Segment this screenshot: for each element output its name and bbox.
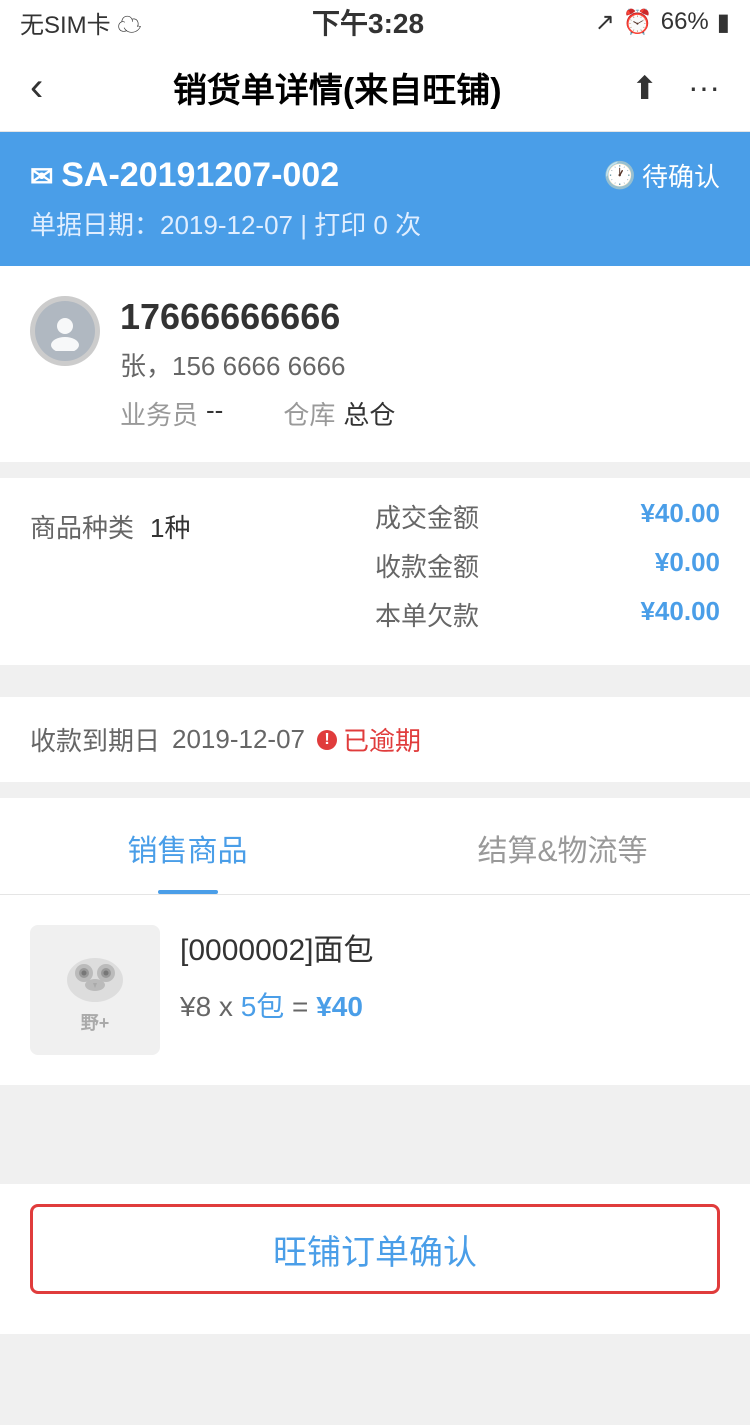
received-amount-row: 收款金额 ¥0.00 [375, 547, 720, 584]
due-date-section: 收款到期日 2019-12-07 ! 已逾期 [0, 697, 750, 782]
status-time: 下午3:28 [312, 2, 424, 42]
location-icon: ↗ [595, 8, 615, 37]
due-date-value: 2019-12-07 [172, 724, 305, 755]
total-text: ¥40 [316, 991, 363, 1022]
nav-icons: ⬆ ··· [631, 69, 720, 107]
share-icon[interactable]: ⬆ [631, 69, 658, 107]
balance-due-value: ¥40.00 [640, 596, 720, 633]
divider-2 [0, 681, 750, 697]
battery-text: 66% [661, 8, 709, 36]
tabs-bar: 销售商品 结算&物流等 [0, 798, 750, 895]
divider-1 [0, 462, 750, 478]
nav-bar: ‹ 销货单详情(来自旺铺) ⬆ ··· [0, 44, 750, 132]
due-date-label: 收款到期日 [30, 721, 160, 758]
transaction-amount-value: ¥40.00 [640, 498, 720, 535]
product-logo: 野+ [60, 945, 130, 1035]
product-thumbnail: 野+ [30, 925, 160, 1055]
avatar-inner [35, 301, 95, 361]
alarm-icon: ⏰ [623, 8, 653, 37]
order-status: 🕐 待确认 [604, 157, 720, 194]
divider-3 [0, 782, 750, 798]
received-amount-label: 收款金额 [375, 547, 479, 584]
bottom-button-bar: 旺铺订单确认 [0, 1184, 750, 1334]
customer-meta: 业务员 -- 仓库 总仓 [120, 395, 720, 432]
order-icon: ✉ [30, 161, 61, 192]
tab-sales-products[interactable]: 销售商品 [0, 798, 375, 894]
equals-text: = [284, 991, 316, 1022]
salesperson-meta: 业务员 -- [120, 395, 223, 432]
order-id: ✉ SA-20191207-002 [30, 156, 339, 195]
transaction-amount-row: 成交金额 ¥40.00 [375, 498, 720, 535]
product-type-value: 1种 [150, 508, 190, 545]
status-bar: 无SIM卡 ☁ 下午3:28 ↗ ⏰ 66% ▮ [0, 0, 750, 44]
product-details: [0000002]面包 ¥8 x 5包 = ¥40 [180, 925, 720, 1025]
battery-icon: ▮ [717, 8, 730, 37]
back-button[interactable]: ‹ [30, 65, 43, 110]
clock-icon: 🕐 [604, 160, 636, 191]
warehouse-meta: 仓库 总仓 [283, 395, 395, 432]
product-type-label: 商品种类 [30, 508, 134, 545]
tab-underline [158, 890, 218, 894]
more-icon[interactable]: ··· [688, 69, 720, 106]
product-price: ¥8 x 5包 = ¥40 [180, 985, 720, 1025]
balance-due-row: 本单欠款 ¥40.00 [375, 596, 720, 633]
product-name: [0000002]面包 [180, 925, 720, 969]
overdue-label: 已逾期 [343, 721, 421, 758]
customer-phone: 17666666666 [120, 296, 720, 338]
page-title: 销货单详情(来自旺铺) [173, 63, 502, 112]
transaction-amount-label: 成交金额 [375, 498, 479, 535]
received-amount-value: ¥0.00 [655, 547, 720, 584]
product-section: 野+ [0000002]面包 ¥8 x 5包 = ¥40 [0, 895, 750, 1085]
avatar [30, 296, 100, 366]
status-right: ↗ ⏰ 66% ▮ [595, 8, 730, 37]
order-date: 单据日期：2019-12-07 | 打印 0 次 [30, 205, 720, 242]
customer-section: 17666666666 张，156 6666 6666 业务员 -- 仓库 总仓 [0, 266, 750, 462]
qty-text: 5包 [241, 991, 285, 1022]
summary-section: 商品种类 1种 成交金额 ¥40.00 收款金额 ¥0.00 本单欠款 ¥40.… [0, 478, 750, 665]
tab-settlement-logistics[interactable]: 结算&物流等 [375, 798, 750, 894]
overdue-badge: ! 已逾期 [317, 721, 421, 758]
order-header: ✉ SA-20191207-002 🕐 待确认 单据日期：2019-12-07 … [0, 132, 750, 266]
warehouse-value: 总仓 [343, 395, 395, 432]
salesperson-label: 业务员 [120, 395, 198, 432]
customer-info: 17666666666 张，156 6666 6666 业务员 -- 仓库 总仓 [120, 296, 720, 432]
balance-due-label: 本单欠款 [375, 596, 479, 633]
salesperson-value: -- [206, 395, 223, 432]
overdue-icon: ! [317, 730, 337, 750]
product-type-row: 商品种类 1种 [30, 498, 375, 565]
status-left: 无SIM卡 ☁ [20, 5, 141, 40]
warehouse-label: 仓库 [283, 395, 335, 432]
wangpu-confirm-button[interactable]: 旺铺订单确认 [30, 1204, 720, 1294]
price-text: ¥8 x [180, 991, 241, 1022]
customer-name: 张，156 6666 6666 [120, 346, 720, 383]
carrier-text: 无SIM卡 ☁ [20, 5, 141, 40]
